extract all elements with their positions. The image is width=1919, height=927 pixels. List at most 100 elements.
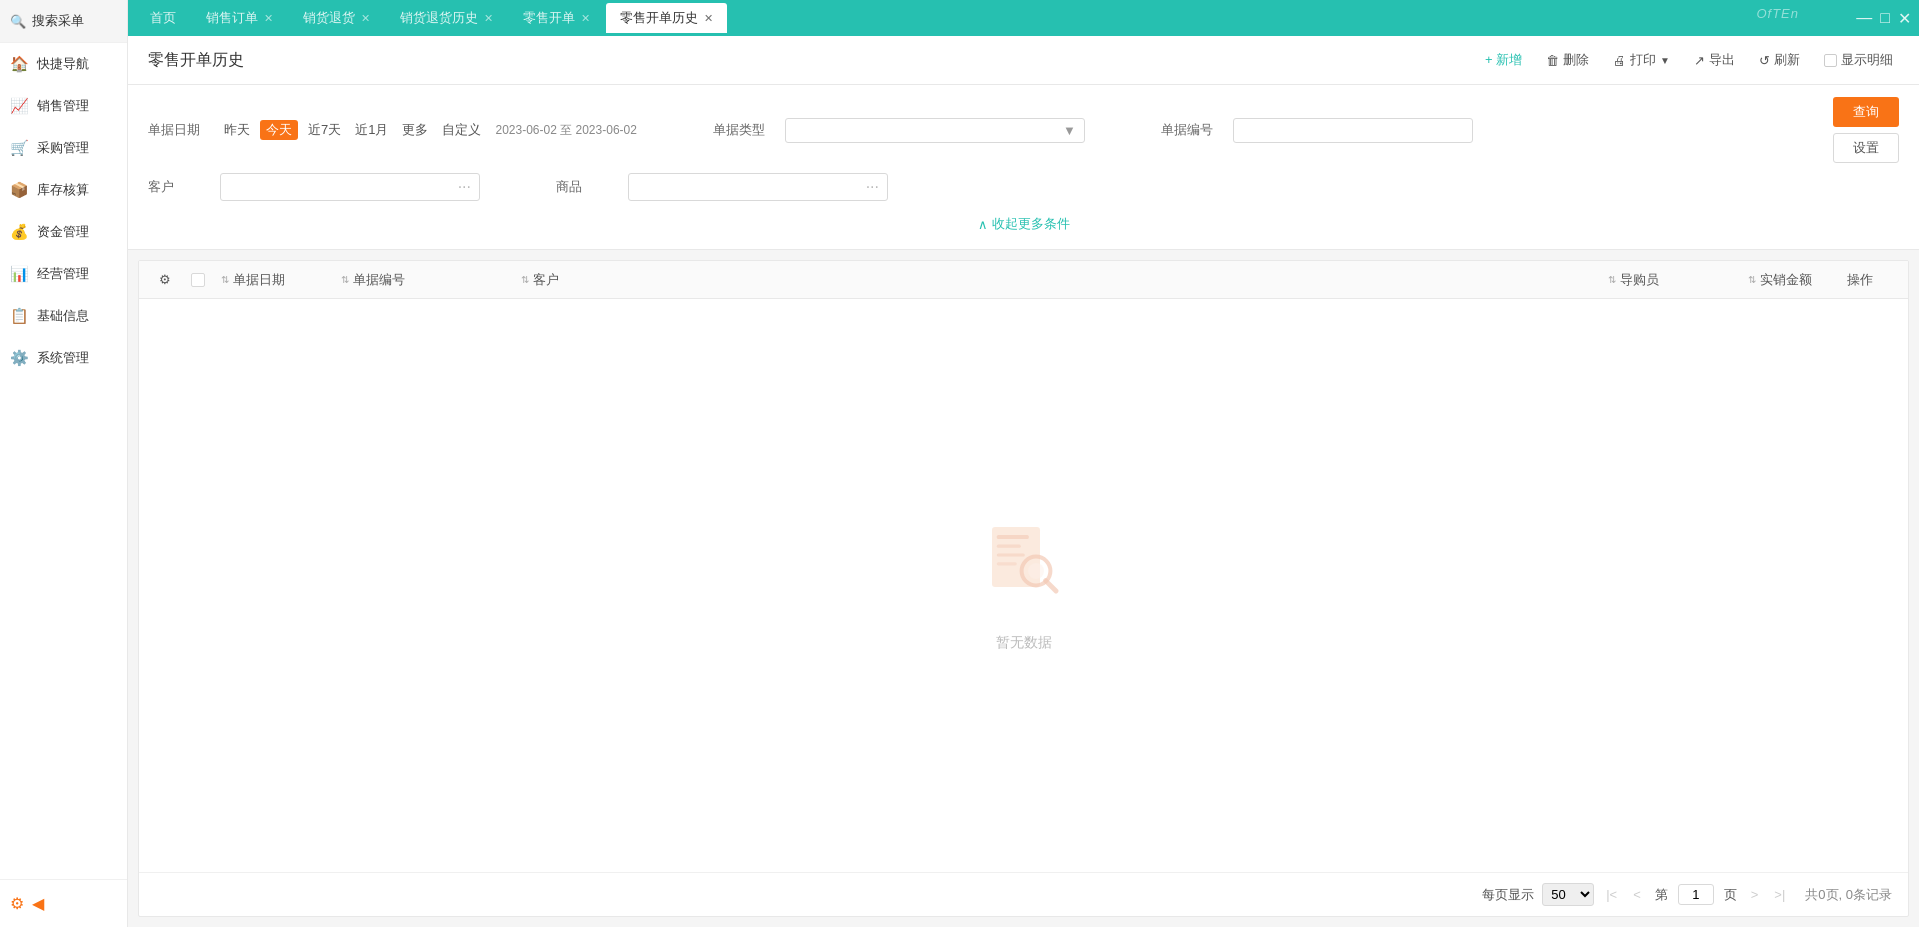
print-arrow-icon: ▼ <box>1660 55 1670 66</box>
sidebar-search[interactable]: 🔍 搜索采单 <box>0 0 127 43</box>
goods-label: 商品 <box>556 178 612 196</box>
next-page-btn[interactable]: > <box>1747 885 1763 904</box>
th-amount[interactable]: ⇅ 实销金额 <box>1700 271 1820 289</box>
first-page-btn[interactable]: |< <box>1602 885 1621 904</box>
delete-button[interactable]: 🗑 删除 <box>1540 48 1595 72</box>
sidebar-item-quick-nav[interactable]: 🏠快捷导航 <box>0 43 127 85</box>
sidebar-item-operations[interactable]: 📊经营管理 <box>0 253 127 295</box>
settings-button[interactable]: 设置 <box>1833 133 1899 163</box>
refresh-button[interactable]: ↺ 刷新 <box>1753 48 1806 72</box>
tab-close-sales-return-history[interactable]: ✕ <box>484 12 493 25</box>
sidebar-collapse-btn[interactable]: ◀ <box>32 894 44 913</box>
yesterday-option[interactable]: 昨天 <box>220 120 254 140</box>
filter-row-2: 客户 ··· 商品 ··· <box>148 173 1899 201</box>
doc-type-arrow-icon: ▼ <box>1063 123 1076 138</box>
tab-label-sales-order: 销售订单 <box>206 9 258 27</box>
sidebar-footer: ⚙ ◀ <box>0 879 127 927</box>
tab-close-sales-return[interactable]: ✕ <box>361 12 370 25</box>
close-btn[interactable]: ✕ <box>1898 9 1911 28</box>
header-checkbox[interactable] <box>191 273 205 287</box>
display-detail-button[interactable]: 显示明细 <box>1818 48 1899 72</box>
content-area: 零售开单历史 + 新增 🗑 删除 🖨 打印 ▼ ↗ 导出 ↺ <box>128 36 1919 927</box>
print-button[interactable]: 🖨 打印 ▼ <box>1607 48 1676 72</box>
empty-text: 暂无数据 <box>996 634 1052 652</box>
th-salesperson[interactable]: ⇅ 导购员 <box>1600 271 1700 289</box>
goods-field[interactable] <box>637 180 866 195</box>
month-option[interactable]: 近1月 <box>351 120 392 140</box>
add-button[interactable]: + 新增 <box>1479 48 1528 72</box>
tab-close-retail-open[interactable]: ✕ <box>581 12 590 25</box>
customer-field[interactable] <box>229 180 458 195</box>
sidebar-item-inventory[interactable]: 📦库存核算 <box>0 169 127 211</box>
tab-sales-return[interactable]: 销货退货✕ <box>289 3 384 33</box>
prev-page-btn[interactable]: < <box>1629 885 1645 904</box>
tab-close-sales-order[interactable]: ✕ <box>264 12 273 25</box>
svg-rect-1 <box>996 535 1028 539</box>
sidebar-inventory-icon: 📦 <box>10 181 29 199</box>
window-controls: — □ ✕ <box>1856 9 1911 28</box>
brand-watermark: OfTEn <box>1756 6 1799 21</box>
sidebar-item-system[interactable]: ⚙️系统管理 <box>0 337 127 379</box>
doc-type-label: 单据类型 <box>713 121 769 139</box>
svg-rect-2 <box>996 545 1020 548</box>
th-checkbox[interactable] <box>183 273 213 287</box>
doc-no-input[interactable] <box>1233 118 1473 143</box>
date-range-display: 2023-06-02 至 2023-06-02 <box>495 122 636 139</box>
pagination: 每页显示 50 20 100 |< < 第 页 > >| 共0页, 0条记录 <box>139 872 1908 916</box>
delete-icon: 🗑 <box>1546 53 1559 68</box>
more-option[interactable]: 更多 <box>398 120 432 140</box>
sidebar-settings-btn[interactable]: ⚙ <box>10 894 24 913</box>
total-info: 共0页, 0条记录 <box>1805 886 1892 904</box>
sidebar-item-finance[interactable]: 💰资金管理 <box>0 211 127 253</box>
th-date[interactable]: ⇅ 单据日期 <box>213 271 333 289</box>
th-settings[interactable]: ⚙ <box>147 272 183 287</box>
customer-input[interactable]: ··· <box>220 173 480 201</box>
tab-label-home: 首页 <box>150 9 176 27</box>
customer-label: 客户 <box>148 178 204 196</box>
th-action: 操作 <box>1820 271 1900 289</box>
th-docno[interactable]: ⇅ 单据编号 <box>333 271 513 289</box>
doc-type-select[interactable]: ▼ <box>785 118 1085 143</box>
today-option[interactable]: 今天 <box>260 120 298 140</box>
goods-dots[interactable]: ··· <box>866 178 879 196</box>
settings-icon: ⚙ <box>159 272 171 287</box>
page-label: 第 <box>1655 886 1668 904</box>
tab-sales-return-history[interactable]: 销货退货历史✕ <box>386 3 507 33</box>
query-button[interactable]: 查询 <box>1833 97 1899 127</box>
last-page-btn[interactable]: >| <box>1770 885 1789 904</box>
page-header: 零售开单历史 + 新增 🗑 删除 🖨 打印 ▼ ↗ 导出 ↺ <box>128 36 1919 85</box>
sidebar-sales-mgmt-icon: 📈 <box>10 97 29 115</box>
page-suffix: 页 <box>1724 886 1737 904</box>
date-filter-label: 单据日期 <box>148 121 204 139</box>
sidebar-quick-nav-icon: 🏠 <box>10 55 29 73</box>
th-customer-sort-icon: ⇅ <box>521 274 529 285</box>
sidebar-system-label: 系统管理 <box>37 349 89 367</box>
sidebar-item-sales-mgmt[interactable]: 📈销售管理 <box>0 85 127 127</box>
filter-panel: 单据日期 昨天 今天 近7天 近1月 更多 自定义 2023-06-02 至 2… <box>128 85 1919 250</box>
custom-option[interactable]: 自定义 <box>438 120 485 140</box>
export-button[interactable]: ↗ 导出 <box>1688 48 1741 72</box>
th-customer[interactable]: ⇅ 客户 <box>513 271 1600 289</box>
week-option[interactable]: 近7天 <box>304 120 345 140</box>
minimize-btn[interactable]: — <box>1856 9 1872 27</box>
customer-dots[interactable]: ··· <box>458 178 471 196</box>
tab-label-retail-open: 零售开单 <box>523 9 575 27</box>
svg-point-7 <box>1028 563 1044 579</box>
tab-home[interactable]: 首页 <box>136 3 190 33</box>
tab-retail-history[interactable]: 零售开单历史✕ <box>606 3 727 33</box>
sidebar-finance-icon: 💰 <box>10 223 29 241</box>
tab-close-retail-history[interactable]: ✕ <box>704 12 713 25</box>
doc-no-field[interactable] <box>1242 123 1464 138</box>
sidebar-item-base-info[interactable]: 📋基础信息 <box>0 295 127 337</box>
export-icon: ↗ <box>1694 53 1705 68</box>
goods-input[interactable]: ··· <box>628 173 888 201</box>
sidebar-item-purchase-mgmt[interactable]: 🛒采购管理 <box>0 127 127 169</box>
page-input[interactable] <box>1678 884 1714 905</box>
tab-retail-open[interactable]: 零售开单 ✕ <box>509 3 604 33</box>
page-size-select[interactable]: 50 20 100 <box>1542 883 1594 906</box>
collapse-more-btn[interactable]: ∧ 收起更多条件 <box>974 211 1074 237</box>
sidebar-base-info-label: 基础信息 <box>37 307 89 325</box>
tab-sales-order[interactable]: 销售订单 ✕ <box>192 3 287 33</box>
sidebar: 🔍 搜索采单 🏠快捷导航📈销售管理🛒采购管理📦库存核算💰资金管理📊经营管理📋基础… <box>0 0 128 927</box>
maximize-btn[interactable]: □ <box>1880 9 1890 27</box>
